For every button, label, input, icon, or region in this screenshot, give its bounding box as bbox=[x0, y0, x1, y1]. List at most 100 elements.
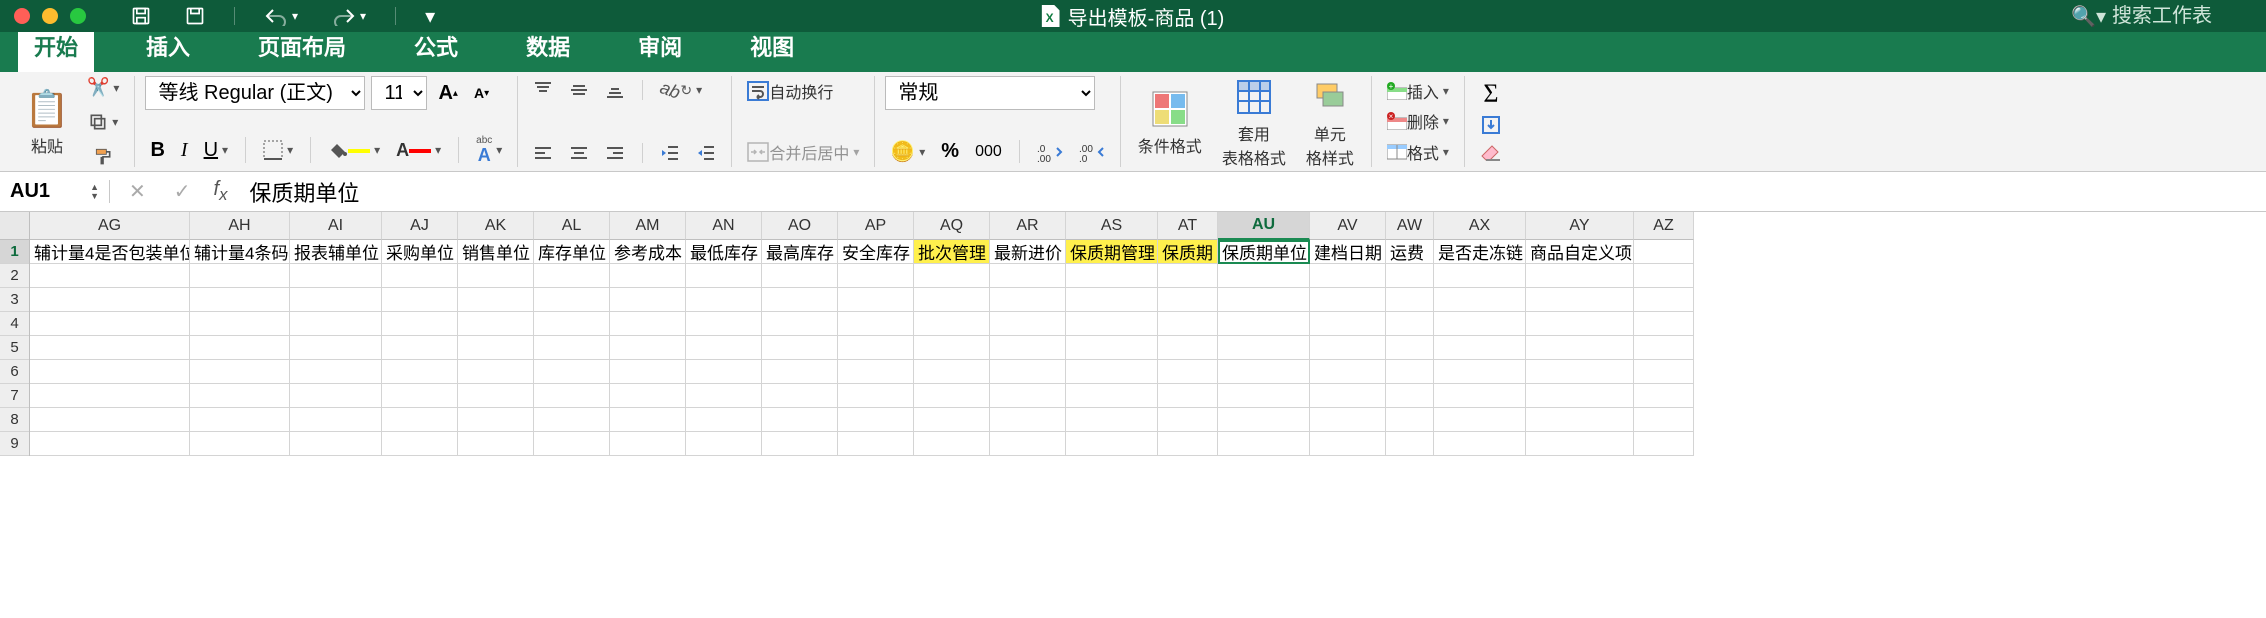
search-input[interactable] bbox=[2112, 5, 2252, 28]
cell-AW7[interactable] bbox=[1386, 384, 1434, 408]
clear-button[interactable] bbox=[1475, 139, 1507, 167]
column-header-AJ[interactable]: AJ bbox=[382, 212, 458, 240]
cell-AK3[interactable] bbox=[458, 288, 534, 312]
column-header-AV[interactable]: AV bbox=[1310, 212, 1386, 240]
row-header-5[interactable]: 5 bbox=[0, 336, 29, 360]
cell-AH5[interactable] bbox=[190, 336, 290, 360]
cell-AR4[interactable] bbox=[990, 312, 1066, 336]
cell-AH7[interactable] bbox=[190, 384, 290, 408]
cell-AM9[interactable] bbox=[610, 432, 686, 456]
cell-AM3[interactable] bbox=[610, 288, 686, 312]
column-header-AQ[interactable]: AQ bbox=[914, 212, 990, 240]
cell-AP8[interactable] bbox=[838, 408, 914, 432]
cell-AX6[interactable] bbox=[1434, 360, 1526, 384]
cell-AP5[interactable] bbox=[838, 336, 914, 360]
cell-AV1[interactable]: 建档日期 bbox=[1310, 240, 1386, 264]
cell-AK4[interactable] bbox=[458, 312, 534, 336]
delete-cells-button[interactable]: ×删除▾ bbox=[1382, 106, 1454, 136]
cell-AJ3[interactable] bbox=[382, 288, 458, 312]
redo-button[interactable]: ▾ bbox=[327, 2, 371, 30]
cell-AG4[interactable] bbox=[30, 312, 190, 336]
accept-formula-button[interactable]: ✓ bbox=[169, 176, 196, 207]
cell-AW1[interactable]: 运费 bbox=[1386, 240, 1434, 264]
cell-AN1[interactable]: 最低库存 bbox=[686, 240, 762, 264]
cancel-formula-button[interactable]: ✕ bbox=[124, 176, 151, 207]
row-header-7[interactable]: 7 bbox=[0, 384, 29, 408]
cell-AJ9[interactable] bbox=[382, 432, 458, 456]
cell-AH9[interactable] bbox=[190, 432, 290, 456]
cell-AU8[interactable] bbox=[1218, 408, 1310, 432]
cell-AI8[interactable] bbox=[290, 408, 382, 432]
cell-AO9[interactable] bbox=[762, 432, 838, 456]
border-button[interactable]: ▾ bbox=[258, 136, 298, 164]
cell-AO4[interactable] bbox=[762, 312, 838, 336]
cell-AX8[interactable] bbox=[1434, 408, 1526, 432]
cell-AJ8[interactable] bbox=[382, 408, 458, 432]
name-box[interactable]: AU1 ▲▼ bbox=[0, 180, 110, 203]
cell-AN8[interactable] bbox=[686, 408, 762, 432]
cell-AR6[interactable] bbox=[990, 360, 1066, 384]
column-header-AO[interactable]: AO bbox=[762, 212, 838, 240]
cell-AN5[interactable] bbox=[686, 336, 762, 360]
cell-AK6[interactable] bbox=[458, 360, 534, 384]
cell-AT4[interactable] bbox=[1158, 312, 1218, 336]
save-icon[interactable] bbox=[126, 2, 156, 30]
column-header-AR[interactable]: AR bbox=[990, 212, 1066, 240]
cell-AN2[interactable] bbox=[686, 264, 762, 288]
cell-AY6[interactable] bbox=[1526, 360, 1634, 384]
cell-AX4[interactable] bbox=[1434, 312, 1526, 336]
cell-AY7[interactable] bbox=[1526, 384, 1634, 408]
column-header-AH[interactable]: AH bbox=[190, 212, 290, 240]
percent-button[interactable]: % bbox=[936, 137, 964, 166]
cell-AM8[interactable] bbox=[610, 408, 686, 432]
row-header-9[interactable]: 9 bbox=[0, 432, 29, 456]
cell-AT8[interactable] bbox=[1158, 408, 1218, 432]
insert-cells-button[interactable]: +插入▾ bbox=[1382, 76, 1454, 106]
wrap-text-button[interactable]: 自动换行 bbox=[742, 76, 838, 106]
comma-button[interactable]: 000 bbox=[970, 138, 1007, 166]
column-header-AL[interactable]: AL bbox=[534, 212, 610, 240]
paste-button[interactable]: 📋 粘贴 bbox=[18, 82, 76, 162]
fill-button[interactable] bbox=[1475, 111, 1507, 139]
font-color-button[interactable]: A▾ bbox=[391, 136, 446, 164]
cell-AT7[interactable] bbox=[1158, 384, 1218, 408]
cell-AJ6[interactable] bbox=[382, 360, 458, 384]
cell-AS8[interactable] bbox=[1066, 408, 1158, 432]
align-center-button[interactable] bbox=[564, 139, 594, 167]
cell-AJ2[interactable] bbox=[382, 264, 458, 288]
minimize-button[interactable] bbox=[42, 8, 58, 24]
underline-button[interactable]: U▾ bbox=[199, 136, 233, 165]
cell-AS7[interactable] bbox=[1066, 384, 1158, 408]
copy-button[interactable]: ▾ bbox=[82, 108, 124, 136]
bold-button[interactable]: B bbox=[145, 136, 169, 165]
autosum-button[interactable]: Σ bbox=[1475, 76, 1507, 111]
cell-AZ9[interactable] bbox=[1634, 432, 1694, 456]
maximize-button[interactable] bbox=[70, 8, 86, 24]
column-header-AT[interactable]: AT bbox=[1158, 212, 1218, 240]
cell-AN6[interactable] bbox=[686, 360, 762, 384]
cell-AI6[interactable] bbox=[290, 360, 382, 384]
cell-AI1[interactable]: 报表辅单位 bbox=[290, 240, 382, 264]
cell-AO8[interactable] bbox=[762, 408, 838, 432]
row-header-4[interactable]: 4 bbox=[0, 312, 29, 336]
format-painter-button[interactable] bbox=[82, 142, 124, 170]
name-box-stepper[interactable]: ▲▼ bbox=[90, 183, 99, 201]
cell-AG3[interactable] bbox=[30, 288, 190, 312]
cell-AS2[interactable] bbox=[1066, 264, 1158, 288]
column-header-AW[interactable]: AW bbox=[1386, 212, 1434, 240]
cell-AO5[interactable] bbox=[762, 336, 838, 360]
cell-AH1[interactable]: 辅计量4条码 bbox=[190, 240, 290, 264]
cell-AQ4[interactable] bbox=[914, 312, 990, 336]
cell-AR9[interactable] bbox=[990, 432, 1066, 456]
cell-AZ5[interactable] bbox=[1634, 336, 1694, 360]
column-header-AN[interactable]: AN bbox=[686, 212, 762, 240]
cell-AS1[interactable]: 保质期管理 bbox=[1066, 240, 1158, 264]
format-cells-button[interactable]: 格式▾ bbox=[1382, 137, 1454, 167]
cell-AL4[interactable] bbox=[534, 312, 610, 336]
cell-AR1[interactable]: 最新进价 bbox=[990, 240, 1066, 264]
cell-AQ9[interactable] bbox=[914, 432, 990, 456]
cell-AX5[interactable] bbox=[1434, 336, 1526, 360]
sheet-area[interactable]: AGAHAIAJAKALAMANAOAPAQARASATAUAVAWAXAYAZ… bbox=[30, 212, 2266, 456]
currency-button[interactable]: 🪙▾ bbox=[885, 136, 930, 167]
save-as-icon[interactable] bbox=[180, 2, 210, 30]
